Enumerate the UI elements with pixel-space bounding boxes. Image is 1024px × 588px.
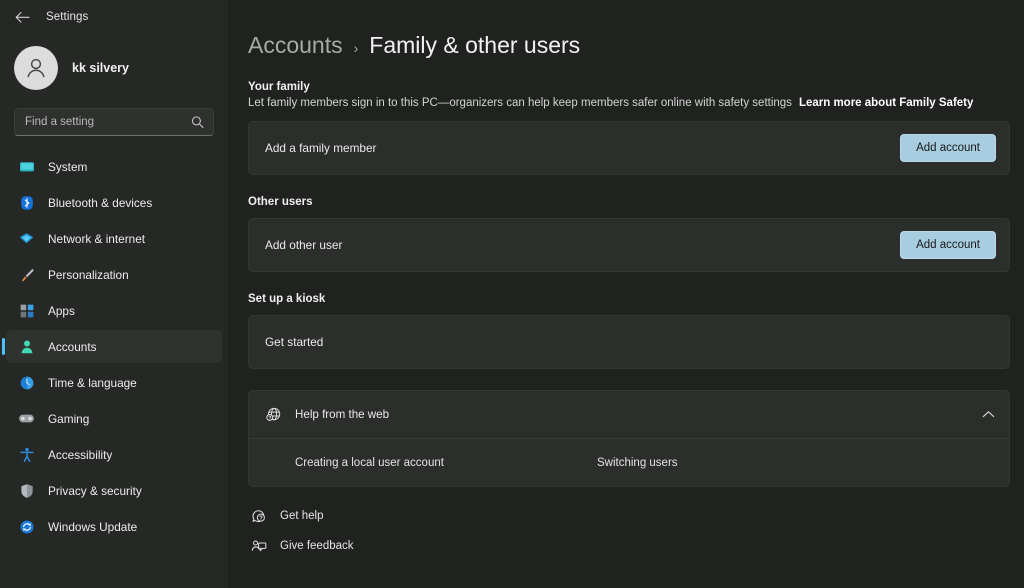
sidebar-item-privacy-security[interactable]: Privacy & security [6, 474, 222, 507]
sidebar-item-system[interactable]: System [6, 150, 222, 183]
back-arrow-icon[interactable] [12, 7, 32, 27]
add-family-member-label: Add a family member [265, 141, 377, 155]
family-safety-link[interactable]: Learn more about Family Safety [799, 97, 973, 109]
account-block[interactable]: kk silvery [0, 34, 228, 102]
sidebar-item-label: Personalization [48, 267, 129, 282]
sidebar-item-label: Privacy & security [48, 483, 142, 498]
other-users-heading: Other users [248, 196, 313, 208]
search-input[interactable] [25, 116, 187, 128]
kiosk-get-started-label: Get started [265, 335, 324, 349]
give-feedback-label: Give feedback [280, 540, 354, 552]
give-feedback-icon [250, 538, 267, 555]
gamepad-icon [18, 410, 35, 427]
accessibility-icon [18, 446, 35, 463]
sidebar-item-windows-update[interactable]: Windows Update [6, 510, 222, 543]
bluetooth-icon [18, 194, 35, 211]
sidebar-item-label: Apps [48, 303, 75, 318]
wifi-icon [18, 230, 35, 247]
chevron-up-icon[interactable] [982, 410, 995, 419]
help-link-creating-local-user-account[interactable]: Creating a local user account [295, 457, 597, 469]
footer-links: Get help Give feedback [248, 504, 1008, 558]
your-family-description-row: Let family members sign in to this PC—or… [248, 97, 1008, 109]
add-family-member-row[interactable]: Add a family member Add account [249, 122, 1009, 174]
title-bar: Settings [0, 0, 228, 34]
sidebar: Settings kk silvery Find a setting Syste… [0, 0, 228, 588]
sidebar-item-gaming[interactable]: Gaming [6, 402, 222, 435]
main-content: Accounts › Family & other users Your fam… [228, 0, 1024, 588]
sidebar-item-label: Network & internet [48, 231, 146, 246]
help-from-web-header[interactable]: Help from the web [249, 391, 1009, 438]
get-help-label: Get help [280, 510, 324, 522]
your-family-description: Let family members sign in to this PC—or… [248, 97, 792, 109]
search-wrapper [0, 102, 228, 146]
help-link-switching-users[interactable]: Switching users [597, 457, 678, 469]
add-account-other-user-button[interactable]: Add account [900, 231, 996, 259]
apps-grid-icon [18, 302, 35, 319]
sidebar-item-label: Windows Update [48, 519, 138, 534]
sidebar-item-label: Gaming [48, 411, 90, 426]
your-family-heading: Your family [248, 81, 310, 93]
kiosk-get-started-row[interactable]: Get started [249, 316, 1009, 368]
page-title: Family & other users [369, 32, 581, 58]
sidebar-item-label: Accessibility [48, 447, 113, 462]
person-avatar-icon [14, 46, 58, 90]
settings-window: Settings kk silvery Find a setting Syste… [0, 0, 1024, 588]
kiosk-card: Get started [248, 315, 1010, 369]
sidebar-item-label: Accounts [48, 339, 97, 354]
give-feedback-row[interactable]: Give feedback [250, 534, 1008, 558]
sidebar-nav: System Bluetooth & devices Network & int… [0, 146, 228, 543]
paintbrush-icon [18, 266, 35, 283]
sidebar-item-personalization[interactable]: Personalization [6, 258, 222, 291]
account-name: kk silvery [72, 61, 129, 75]
search-box[interactable] [14, 108, 214, 136]
shield-icon [18, 482, 35, 499]
add-other-user-card: Add other user Add account [248, 218, 1010, 272]
add-family-member-card: Add a family member Add account [248, 121, 1010, 175]
sidebar-item-apps[interactable]: Apps [6, 294, 222, 327]
add-other-user-row[interactable]: Add other user Add account [249, 219, 1009, 271]
sidebar-item-time-language[interactable]: Time & language [6, 366, 222, 399]
sidebar-item-accessibility[interactable]: Accessibility [6, 438, 222, 471]
breadcrumb-parent[interactable]: Accounts [248, 32, 343, 59]
sidebar-item-label: System [48, 159, 88, 174]
sidebar-item-bluetooth-devices[interactable]: Bluetooth & devices [6, 186, 222, 219]
globe-help-icon [265, 406, 282, 423]
update-refresh-icon [18, 518, 35, 535]
sidebar-item-accounts[interactable]: Accounts [2, 330, 222, 363]
window-title: Settings [46, 11, 89, 23]
monitor-icon [18, 158, 35, 175]
help-from-web-title: Help from the web [295, 408, 390, 421]
help-links-row: Creating a local user account Switching … [249, 439, 1009, 486]
sidebar-item-label: Time & language [48, 375, 137, 390]
sidebar-item-network-internet[interactable]: Network & internet [6, 222, 222, 255]
clock-icon [18, 374, 35, 391]
search-icon [191, 116, 204, 129]
breadcrumb: Accounts › Family & other users [248, 32, 1008, 59]
add-other-user-label: Add other user [265, 238, 343, 252]
get-help-row[interactable]: Get help [250, 504, 1008, 528]
sidebar-item-label: Bluetooth & devices [48, 195, 153, 210]
kiosk-heading: Set up a kiosk [248, 293, 326, 305]
add-account-family-button[interactable]: Add account [900, 134, 996, 162]
chevron-right-icon: › [353, 40, 359, 56]
get-help-icon [250, 508, 267, 525]
help-from-web-card: Help from the web Creating a local user … [248, 390, 1010, 487]
account-person-icon [18, 338, 35, 355]
